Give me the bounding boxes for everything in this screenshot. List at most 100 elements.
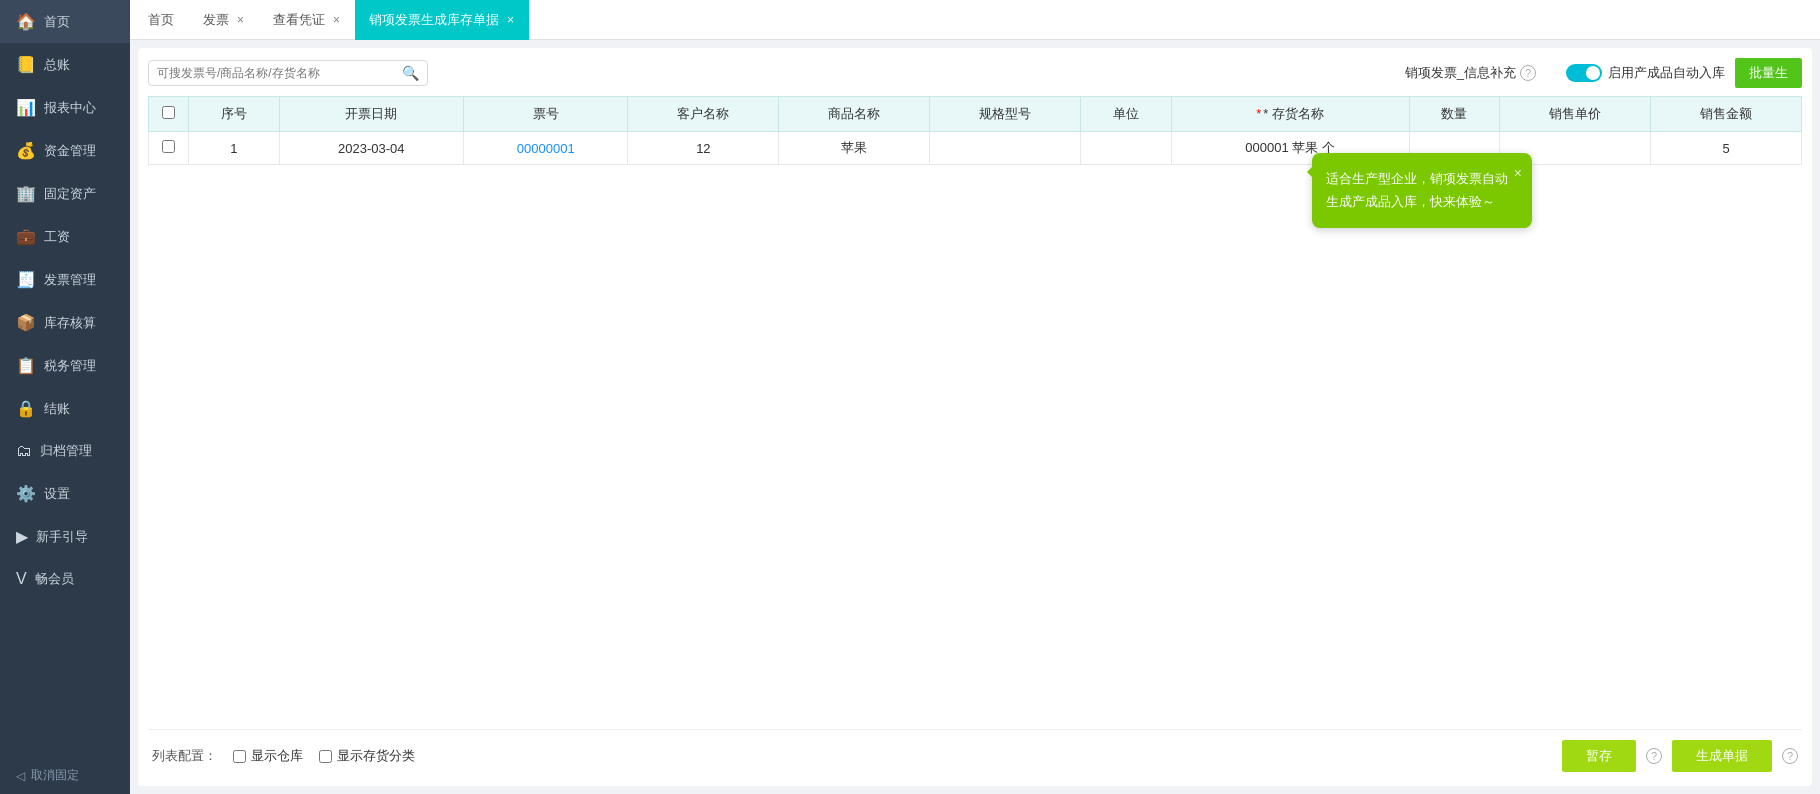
required-mark: *: [1256, 106, 1261, 121]
sidebar-label-member: 畅会员: [35, 570, 74, 588]
search-icon: 🔍: [402, 65, 419, 81]
col-seq: 序号: [189, 97, 280, 132]
show-warehouse-wrap[interactable]: 显示仓库: [233, 747, 303, 765]
pin-icon: ◁: [16, 769, 25, 783]
sidebar-item-member[interactable]: V 畅会员: [0, 558, 130, 600]
bottom-bar: 列表配置： 显示仓库 显示存货分类 暂存 ? 生成单据 ?: [148, 729, 1802, 776]
sidebar-label-inventory: 库存核算: [44, 314, 96, 332]
tab-home[interactable]: 首页: [134, 0, 189, 40]
show-warehouse-label: 显示仓库: [251, 747, 303, 765]
gen-info-icon[interactable]: ?: [1782, 748, 1798, 764]
col-price: 销售单价: [1500, 97, 1651, 132]
ticket-no-link[interactable]: 00000001: [517, 141, 575, 156]
row-checkbox-cell[interactable]: [149, 132, 189, 165]
col-spec: 规格型号: [930, 97, 1081, 132]
home-icon: 🏠: [16, 12, 36, 31]
main-area: 首页 发票 × 查看凭证 × 销项发票生成库存单据 × 🔍 销项发票_信息补充 …: [130, 0, 1820, 794]
select-all-checkbox[interactable]: [162, 106, 175, 119]
content-area: 🔍 销项发票_信息补充 ? 启用产成品自动入库 批量生: [138, 48, 1812, 786]
save-info-icon[interactable]: ?: [1646, 748, 1662, 764]
toggle-label: 启用产成品自动入库: [1608, 64, 1725, 82]
sidebar-item-archive[interactable]: 🗂 归档管理: [0, 430, 130, 472]
table-row: 1 2023-03-04 00000001 12 苹果 000001 苹果 个 …: [149, 132, 1802, 165]
col-customer: 客户名称: [628, 97, 779, 132]
sidebar-item-settings[interactable]: ⚙️ 设置: [0, 472, 130, 515]
row-ticket-no[interactable]: 00000001: [464, 132, 628, 165]
bottom-actions: 暂存 ? 生成单据 ?: [1562, 740, 1798, 772]
sidebar-label-guide: 新手引导: [36, 528, 88, 546]
row-date: 2023-03-04: [279, 132, 464, 165]
row-spec: [930, 132, 1081, 165]
row-unit: [1081, 132, 1172, 165]
sidebar-item-closing[interactable]: 🔒 结账: [0, 387, 130, 430]
sidebar-item-funds[interactable]: 💰 资金管理: [0, 129, 130, 172]
sidebar-pin-toggle[interactable]: ◁ 取消固定: [0, 757, 130, 794]
table-wrap: 序号 开票日期 票号 客户名称 商品名称 规格型号 单位 ** 存货名称 数量 …: [148, 96, 1802, 721]
closing-icon: 🔒: [16, 399, 36, 418]
search-wrap[interactable]: 🔍: [148, 60, 428, 86]
sidebar-label-closing: 结账: [44, 400, 70, 418]
sidebar-label-home: 首页: [44, 13, 70, 31]
col-unit: 单位: [1081, 97, 1172, 132]
col-inventory: ** 存货名称: [1171, 97, 1409, 132]
report-icon: 📊: [16, 98, 36, 117]
sidebar-label-reports: 报表中心: [44, 99, 96, 117]
sidebar-label-tax: 税务管理: [44, 357, 96, 375]
info-text: 销项发票_信息补充 ?: [1405, 64, 1536, 82]
tab-voucher-close[interactable]: ×: [333, 13, 340, 27]
sidebar-item-guide[interactable]: ▶ 新手引导: [0, 515, 130, 558]
member-icon: V: [16, 570, 27, 588]
search-input[interactable]: [157, 66, 402, 80]
list-config-label: 列表配置：: [152, 747, 217, 765]
sidebar-label-ledger: 总账: [44, 56, 70, 74]
tooltip-close[interactable]: ×: [1514, 161, 1522, 186]
sidebar-item-home[interactable]: 🏠 首页: [0, 0, 130, 43]
tab-stock-slip-label: 销项发票生成库存单据: [369, 11, 499, 29]
auto-warehouse-toggle[interactable]: [1566, 64, 1602, 82]
generate-button[interactable]: 生成单据: [1672, 740, 1772, 772]
sidebar-item-reports[interactable]: 📊 报表中心: [0, 86, 130, 129]
save-button[interactable]: 暂存: [1562, 740, 1636, 772]
tab-bar: 首页 发票 × 查看凭证 × 销项发票生成库存单据 ×: [130, 0, 1820, 40]
show-category-wrap[interactable]: 显示存货分类: [319, 747, 415, 765]
batch-button[interactable]: 批量生: [1735, 58, 1802, 88]
sidebar-item-invoice[interactable]: 🧾 发票管理: [0, 258, 130, 301]
tab-voucher-label: 查看凭证: [273, 11, 325, 29]
archive-icon: 🗂: [16, 442, 32, 460]
tab-invoice[interactable]: 发票 ×: [189, 0, 259, 40]
tab-home-label: 首页: [148, 11, 174, 29]
tab-voucher[interactable]: 查看凭证 ×: [259, 0, 355, 40]
sidebar-label-assets: 固定资产: [44, 185, 96, 203]
sidebar-label-funds: 资金管理: [44, 142, 96, 160]
sidebar-item-assets[interactable]: 🏢 固定资产: [0, 172, 130, 215]
sidebar: 🏠 首页 📒 总账 📊 报表中心 💰 资金管理 🏢 固定资产 💼 工资 🧾 发票…: [0, 0, 130, 794]
col-checkbox: [149, 97, 189, 132]
tab-stock-slip-close[interactable]: ×: [507, 13, 514, 27]
sidebar-item-tax[interactable]: 📋 税务管理: [0, 344, 130, 387]
guide-icon: ▶: [16, 527, 28, 546]
sidebar-label-archive: 归档管理: [40, 442, 92, 460]
toggle-wrap: 启用产成品自动入库: [1566, 64, 1725, 82]
sidebar-label-settings: 设置: [44, 485, 70, 503]
col-date: 开票日期: [279, 97, 464, 132]
row-amount: 5: [1651, 132, 1802, 165]
data-table: 序号 开票日期 票号 客户名称 商品名称 规格型号 单位 ** 存货名称 数量 …: [148, 96, 1802, 165]
tab-invoice-close[interactable]: ×: [237, 13, 244, 27]
info-label: 销项发票_信息补充: [1405, 64, 1516, 82]
sidebar-item-salary[interactable]: 💼 工资: [0, 215, 130, 258]
row-seq: 1: [189, 132, 280, 165]
tab-invoice-label: 发票: [203, 11, 229, 29]
col-quantity: 数量: [1409, 97, 1500, 132]
invoice-icon: 🧾: [16, 270, 36, 289]
row-checkbox[interactable]: [162, 140, 175, 153]
col-amount: 销售金额: [1651, 97, 1802, 132]
sidebar-item-inventory[interactable]: 📦 库存核算: [0, 301, 130, 344]
pin-label: 取消固定: [31, 767, 79, 784]
tab-stock-slip[interactable]: 销项发票生成库存单据 ×: [355, 0, 529, 40]
show-category-checkbox[interactable]: [319, 750, 332, 763]
sidebar-item-ledger[interactable]: 📒 总账: [0, 43, 130, 86]
show-warehouse-checkbox[interactable]: [233, 750, 246, 763]
info-icon[interactable]: ?: [1520, 65, 1536, 81]
sidebar-label-salary: 工资: [44, 228, 70, 246]
assets-icon: 🏢: [16, 184, 36, 203]
